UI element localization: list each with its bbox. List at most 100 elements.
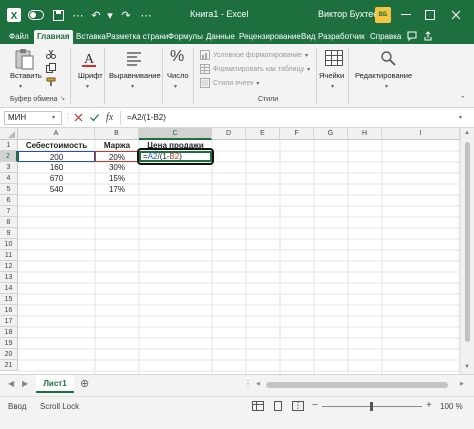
normal-view-icon[interactable] (252, 401, 264, 411)
expand-formula-bar-icon[interactable]: ▾ (459, 111, 462, 125)
scroll-left-icon[interactable]: ◀ (256, 381, 260, 387)
scroll-down-icon[interactable]: ▼ (464, 364, 470, 370)
prev-sheet-icon[interactable]: ◀ (8, 379, 14, 388)
cancel-icon[interactable] (73, 112, 84, 123)
tab-formulas[interactable]: Формулы (165, 30, 206, 44)
redo-icon[interactable]: ↷ (118, 7, 134, 23)
formula-input[interactable]: =A2/(1-B2) (120, 111, 456, 125)
autosave-toggle-icon[interactable] (28, 7, 44, 23)
row-header[interactable]: 19 (0, 338, 18, 349)
row-header[interactable]: 14 (0, 283, 18, 294)
maximize-icon[interactable] (422, 7, 438, 23)
sheet-tab-active[interactable]: Лист1 (36, 375, 74, 393)
tab-page-layout[interactable]: Разметка страни (103, 30, 171, 44)
row-header[interactable]: 5 (0, 184, 18, 195)
font-button[interactable]: Шрифт (78, 71, 103, 80)
row-header[interactable]: 17 (0, 316, 18, 327)
zoom-out-icon[interactable]: − (312, 400, 318, 411)
scrollbar-thumb[interactable] (465, 142, 470, 342)
next-sheet-icon[interactable]: ▶ (22, 379, 28, 388)
chevron-down-icon[interactable]: ▾ (52, 111, 60, 125)
column-header[interactable]: D (212, 128, 246, 140)
collapse-ribbon-icon[interactable]: ⌃ (460, 95, 466, 103)
tab-review[interactable]: Рецензирование (236, 30, 304, 44)
row-header[interactable]: 2 (0, 151, 18, 162)
row-header[interactable]: 15 (0, 294, 18, 305)
row-header[interactable]: 20 (0, 349, 18, 360)
cell-b2[interactable]: 20% (95, 151, 139, 162)
tab-file[interactable]: Файл (6, 30, 32, 44)
row-header[interactable]: 16 (0, 305, 18, 316)
column-header[interactable]: C (139, 128, 212, 140)
cell-a1[interactable]: Себестоимость (18, 140, 95, 151)
cell-a2[interactable]: 200 (18, 151, 95, 162)
column-header[interactable]: F (280, 128, 314, 140)
cell-a4[interactable]: 670 (18, 173, 95, 184)
column-header[interactable]: I (382, 128, 460, 140)
column-header[interactable]: A (18, 128, 95, 140)
scroll-right-icon[interactable]: ▶ (460, 381, 464, 387)
horizontal-scrollbar-thumb[interactable] (266, 382, 448, 388)
cut-icon[interactable] (46, 49, 56, 59)
chevron-down-icon[interactable]: ▾ (331, 81, 334, 90)
chevron-down-icon[interactable]: ▾ (19, 81, 22, 90)
row-header[interactable]: 9 (0, 228, 18, 239)
add-sheet-icon[interactable]: ⊕ (80, 377, 89, 390)
cell-b3[interactable]: 30% (95, 162, 139, 173)
number-button[interactable]: Число (167, 71, 189, 80)
user-name[interactable]: Виктор Бухтеев (318, 9, 383, 19)
row-header[interactable]: 3 (0, 162, 18, 173)
font-icon[interactable]: A (80, 50, 98, 68)
row-header[interactable]: 11 (0, 250, 18, 261)
tab-developer[interactable]: Разработчик (315, 30, 368, 44)
cell-b1[interactable]: Маржа (95, 140, 139, 151)
formula-bar-splitter-icon[interactable]: ⋮ (64, 111, 72, 125)
row-header[interactable]: 18 (0, 327, 18, 338)
row-header[interactable]: 6 (0, 195, 18, 206)
save-icon[interactable] (50, 7, 66, 23)
cells-button[interactable]: Ячейки (319, 71, 344, 80)
close-icon[interactable] (448, 7, 464, 23)
alignment-button[interactable]: Выравнивание (109, 71, 161, 80)
scroll-up-icon[interactable]: ▲ (464, 130, 470, 136)
chevron-down-icon[interactable]: ▾ (174, 81, 177, 90)
clipboard-launcher-icon[interactable]: ↘ (60, 95, 65, 102)
row-header[interactable]: 13 (0, 272, 18, 283)
worksheet-grid[interactable]: A B C D E F G H I 1 2 3 4 5 6 7 8 9 10 1… (0, 128, 474, 374)
row-header[interactable]: 8 (0, 217, 18, 228)
enter-icon[interactable] (89, 112, 100, 123)
chevron-down-icon[interactable]: ▾ (86, 81, 89, 90)
cell-b5[interactable]: 17% (95, 184, 139, 195)
more-icon[interactable]: ⋯ (70, 7, 86, 23)
format-as-table-button[interactable]: Форматировать как таблицу ▾ (200, 64, 310, 74)
page-layout-view-icon[interactable] (272, 401, 284, 411)
avatar[interactable]: ВБ (375, 7, 391, 23)
row-header[interactable]: 4 (0, 173, 18, 184)
copy-icon[interactable] (46, 63, 56, 73)
row-header[interactable]: 12 (0, 261, 18, 272)
cells-icon[interactable] (325, 50, 343, 66)
tab-help[interactable]: Справка (367, 30, 404, 44)
minimize-icon[interactable] (398, 7, 414, 23)
column-header[interactable]: E (246, 128, 280, 140)
column-header[interactable]: G (314, 128, 348, 140)
row-header[interactable]: 21 (0, 360, 18, 371)
row-header[interactable]: 10 (0, 239, 18, 250)
editing-button[interactable]: Редактирование (355, 71, 412, 80)
percent-icon[interactable]: % (170, 48, 184, 66)
zoom-in-icon[interactable]: + (426, 400, 432, 411)
format-painter-icon[interactable] (46, 77, 56, 87)
share-icon[interactable] (420, 31, 436, 45)
cell-styles-button[interactable]: Стили ячеек ▾ (200, 78, 259, 88)
cell-a5[interactable]: 540 (18, 184, 95, 195)
paste-button[interactable]: Вставить (10, 71, 42, 80)
chevron-down-icon[interactable]: ▾ (385, 81, 388, 90)
paste-icon[interactable] (13, 48, 35, 70)
cell-c2-editor[interactable]: =A2/(1-B2) (139, 151, 212, 162)
search-icon[interactable] (380, 50, 396, 66)
insert-function-button[interactable]: fx (106, 111, 113, 125)
row-header[interactable]: 7 (0, 206, 18, 217)
vertical-scrollbar[interactable]: ▲ ▼ (460, 128, 474, 374)
conditional-formatting-button[interactable]: Условное форматирование ▾ (200, 50, 308, 60)
cell-b4[interactable]: 15% (95, 173, 139, 184)
